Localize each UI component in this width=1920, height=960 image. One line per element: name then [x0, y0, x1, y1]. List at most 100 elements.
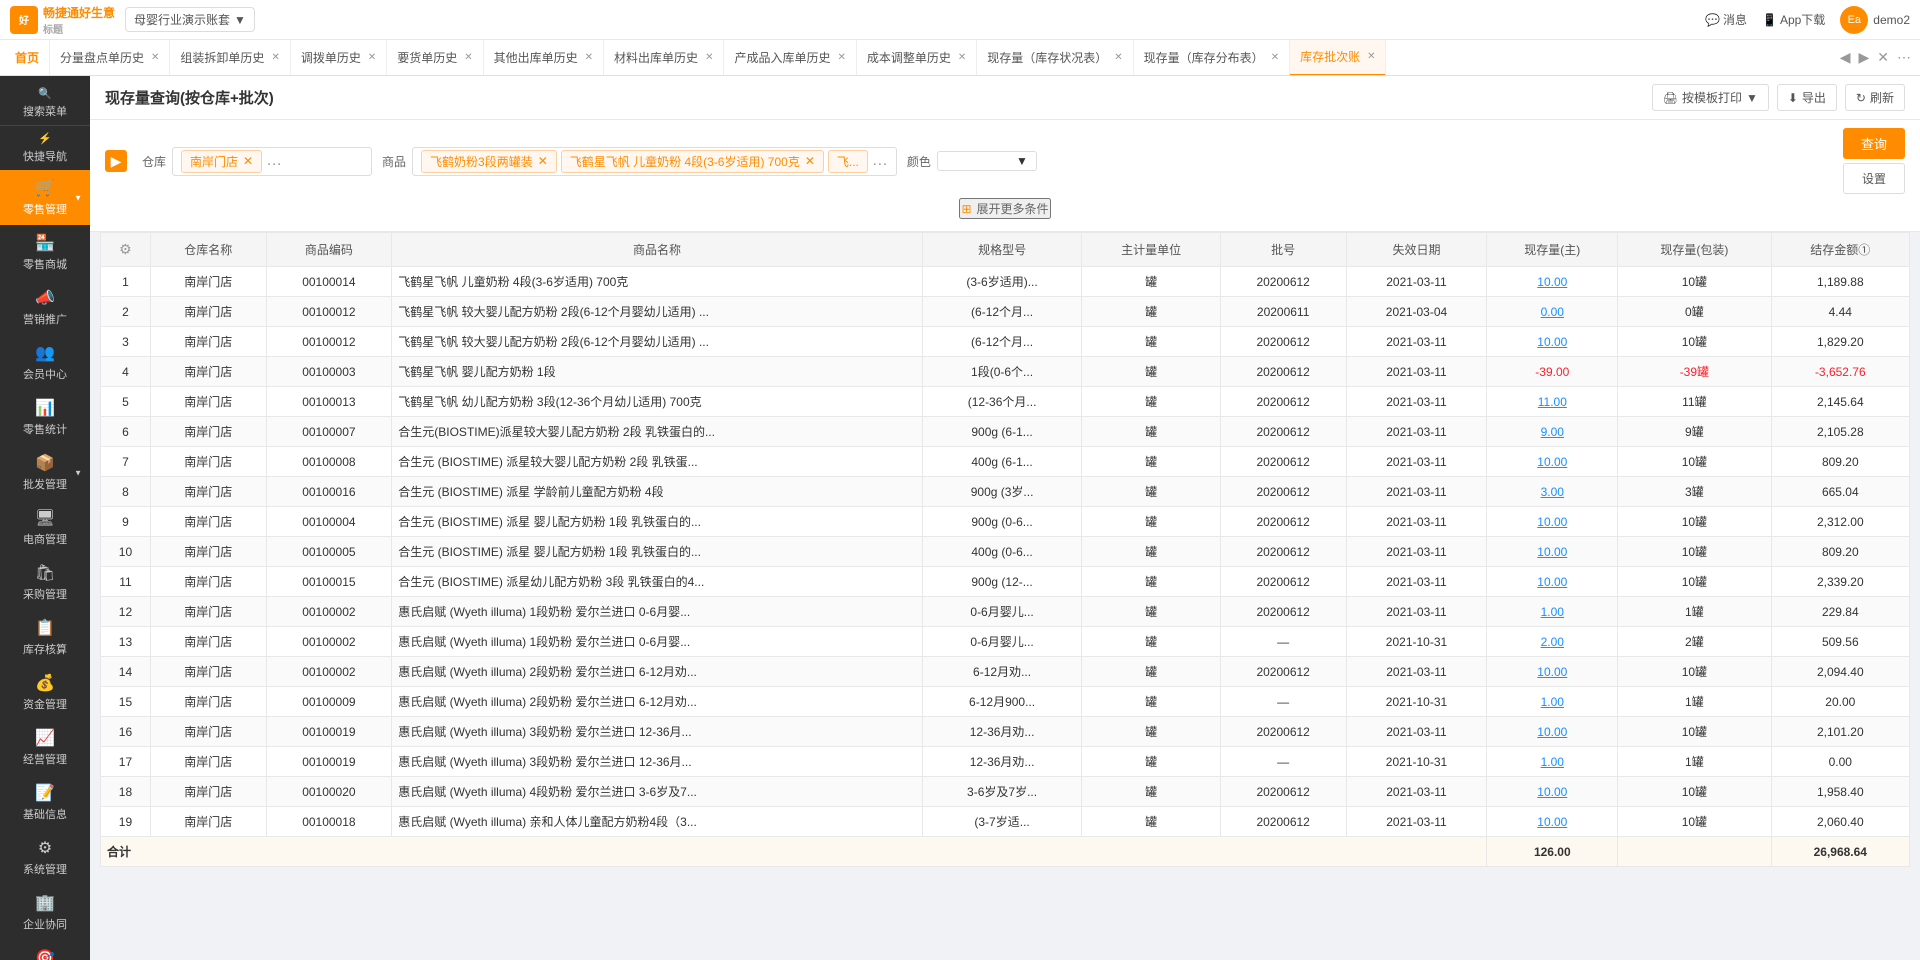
tab-prev-button[interactable]: ◀ [1836, 49, 1855, 66]
cell-batch: 20200612 [1220, 657, 1346, 687]
warehouse-tag-close[interactable]: ✕ [243, 154, 253, 168]
sidebar-item-batch-mgmt[interactable]: 📦 批发管理 [0, 445, 90, 500]
sidebar-item-marketing[interactable]: 📣 营销推广 [0, 280, 90, 335]
expand-conditions-button[interactable]: ⊞ 展开更多条件 [959, 198, 1050, 219]
cell-qty-main[interactable]: 10.00 [1487, 537, 1618, 567]
cell-qty-main[interactable]: -39.00 [1487, 357, 1618, 387]
th-settings[interactable]: ⚙ [101, 233, 151, 267]
cell-qty-main[interactable]: 11.00 [1487, 387, 1618, 417]
tab-next-button[interactable]: ▶ [1854, 49, 1873, 66]
product-filter: 商品 飞鹤奶粉3段两罐装 ✕ 飞鹤星飞帆 儿童奶粉 4段(3-6岁适用) 700… [382, 147, 897, 176]
tab-close-icon[interactable]: ✕ [1367, 51, 1375, 62]
tab-fen-pan[interactable]: 分量盘点单历史 ✕ [50, 40, 170, 76]
tab-close-icon[interactable]: ✕ [464, 52, 472, 63]
query-button[interactable]: 查询 [1843, 128, 1905, 159]
message-button[interactable]: 💬 消息 [1705, 11, 1747, 28]
account-dropdown[interactable]: 母婴行业演示账套 ▼ [125, 7, 255, 32]
sidebar-item-new-guide[interactable]: 🎯 新手引导 [0, 940, 90, 960]
filter-collapse-button[interactable]: ▶ [105, 150, 127, 172]
cell-name: 合生元(BIOSTIME)派星较大婴儿配方奶粉 2段 乳铁蛋白的... [392, 417, 922, 447]
tab-chan-pin[interactable]: 产成品入库单历史 ✕ [724, 40, 856, 76]
warehouse-input[interactable]: 南岸门店 ✕ … [172, 147, 372, 176]
cell-qty-main[interactable]: 9.00 [1487, 417, 1618, 447]
th-batch: 批号 [1220, 233, 1346, 267]
color-dropdown[interactable]: ▼ [937, 151, 1037, 171]
cell-qty-main[interactable]: 10.00 [1487, 567, 1618, 597]
sidebar-item-ops-mgmt[interactable]: 📈 经营管理 [0, 720, 90, 775]
tab-zu-chai[interactable]: 组装拆卸单历史 ✕ [170, 40, 290, 76]
cell-qty-main[interactable]: 10.00 [1487, 507, 1618, 537]
tab-close-icon[interactable]: ✕ [271, 52, 279, 63]
cell-code: 00100004 [266, 507, 392, 537]
sidebar-item-sys-mgmt[interactable]: ⚙ 系统管理 [0, 830, 90, 885]
sidebar-item-finance-mgmt[interactable]: 💰 资金管理 [0, 665, 90, 720]
tab-close-icon[interactable]: ✕ [837, 52, 845, 63]
sidebar-item-enterprise[interactable]: 🏢 企业协同 [0, 885, 90, 940]
sidebar-item-ecom-mgmt[interactable]: 🖥 电商管理 [0, 500, 90, 555]
message-label: 消息 [1723, 11, 1747, 28]
tab-close-icon[interactable]: ✕ [151, 52, 159, 63]
tab-close-all-button[interactable]: ✕ [1873, 49, 1893, 66]
cell-code: 00100002 [266, 597, 392, 627]
sidebar-search[interactable]: 🔍 搜索菜单 [0, 81, 90, 126]
cell-qty-main[interactable]: 10.00 [1487, 807, 1618, 837]
tab-close-icon[interactable]: ✕ [958, 52, 966, 63]
member-center-icon: 👥 [35, 343, 55, 363]
tab-cheng-ben[interactable]: 成本调整单历史 ✕ [857, 40, 977, 76]
cell-spec: 12-36月劝... [922, 747, 1082, 777]
refresh-button[interactable]: ↻ 刷新 [1845, 84, 1905, 111]
tab-close-icon[interactable]: ✕ [368, 52, 376, 63]
tab-xian-cun-fen[interactable]: 现存量（库存分布表） ✕ [1134, 40, 1290, 76]
product-tag-1-close[interactable]: ✕ [538, 154, 548, 168]
product-tag-2-close[interactable]: ✕ [805, 154, 815, 168]
cell-warehouse: 南岸门店 [150, 687, 266, 717]
sidebar-item-member-center[interactable]: 👥 会员中心 [0, 335, 90, 390]
ecom-icon: 🖥 [35, 508, 55, 528]
cell-qty-main[interactable]: 10.00 [1487, 327, 1618, 357]
set-button[interactable]: 设置 [1843, 163, 1905, 194]
tab-more-button[interactable]: ⋯ [1893, 49, 1915, 66]
cell-qty-main[interactable]: 10.00 [1487, 447, 1618, 477]
tab-close-icon[interactable]: ✕ [585, 52, 593, 63]
sidebar-item-retail-stats[interactable]: 📊 零售统计 [0, 390, 90, 445]
tab-yao-huo[interactable]: 要货单历史 ✕ [387, 40, 483, 76]
cell-qty-main[interactable]: 10.00 [1487, 267, 1618, 297]
tab-cai-liao[interactable]: 材料出库单历史 ✕ [604, 40, 724, 76]
tab-home[interactable]: 首页 [5, 40, 50, 76]
product-input[interactable]: 飞鹤奶粉3段两罐装 ✕ 飞鹤星飞帆 儿童奶粉 4段(3-6岁适用) 700克 ✕… [412, 147, 897, 176]
cell-qty-main[interactable]: 2.00 [1487, 627, 1618, 657]
warehouse-more[interactable]: … [266, 152, 282, 170]
tab-qi-ta-chu[interactable]: 其他出库单历史 ✕ [484, 40, 604, 76]
tab-close-icon[interactable]: ✕ [1114, 52, 1122, 63]
cell-qty-main[interactable]: 10.00 [1487, 777, 1618, 807]
export-button[interactable]: ⬇ 导出 [1777, 84, 1837, 111]
cell-qty-main[interactable]: 3.00 [1487, 477, 1618, 507]
cell-batch: 20200612 [1220, 447, 1346, 477]
sidebar-item-inventory[interactable]: 📋 库存核算 [0, 610, 90, 665]
sidebar-item-base-info[interactable]: 📝 基础信息 [0, 775, 90, 830]
cell-qty-pkg: -39罐 [1618, 357, 1771, 387]
sidebar-item-purchase-mgmt[interactable]: 🛍 采购管理 [0, 555, 90, 610]
product-more[interactable]: … [872, 152, 888, 170]
cell-qty-main[interactable]: 10.00 [1487, 657, 1618, 687]
sidebar-item-retail-mgmt[interactable]: 🛒 零售管理 [0, 170, 90, 225]
cell-batch: 20200612 [1220, 537, 1346, 567]
cell-qty-main[interactable]: 10.00 [1487, 717, 1618, 747]
cell-qty-main[interactable]: 1.00 [1487, 597, 1618, 627]
cell-warehouse: 南岸门店 [150, 357, 266, 387]
cell-qty-main[interactable]: 1.00 [1487, 747, 1618, 777]
cell-qty-main[interactable]: 0.00 [1487, 297, 1618, 327]
sidebar-quick-nav[interactable]: ⚡ 快捷导航 [0, 126, 90, 170]
cell-qty-main[interactable]: 1.00 [1487, 687, 1618, 717]
tab-pi-ci[interactable]: 库存批次账 ✕ [1290, 40, 1386, 76]
app-download-button[interactable]: 📱 App下载 [1762, 11, 1825, 28]
tab-diao-bo[interactable]: 调拨单历史 ✕ [291, 40, 387, 76]
tab-close-icon[interactable]: ✕ [1271, 52, 1279, 63]
user-section[interactable]: Ea demo2 [1840, 6, 1910, 34]
print-button[interactable]: 🖨 按模板打印 ▼ [1652, 84, 1769, 111]
tab-close-icon[interactable]: ✕ [705, 52, 713, 63]
sidebar-item-retail-shop[interactable]: 🏪 零售商城 [0, 225, 90, 280]
tab-xian-cun-zhuang[interactable]: 现存量（库存状况表） ✕ [977, 40, 1133, 76]
retail-mgmt-icon: 🛒 [35, 178, 55, 198]
column-settings-icon[interactable]: ⚙ [119, 241, 132, 257]
